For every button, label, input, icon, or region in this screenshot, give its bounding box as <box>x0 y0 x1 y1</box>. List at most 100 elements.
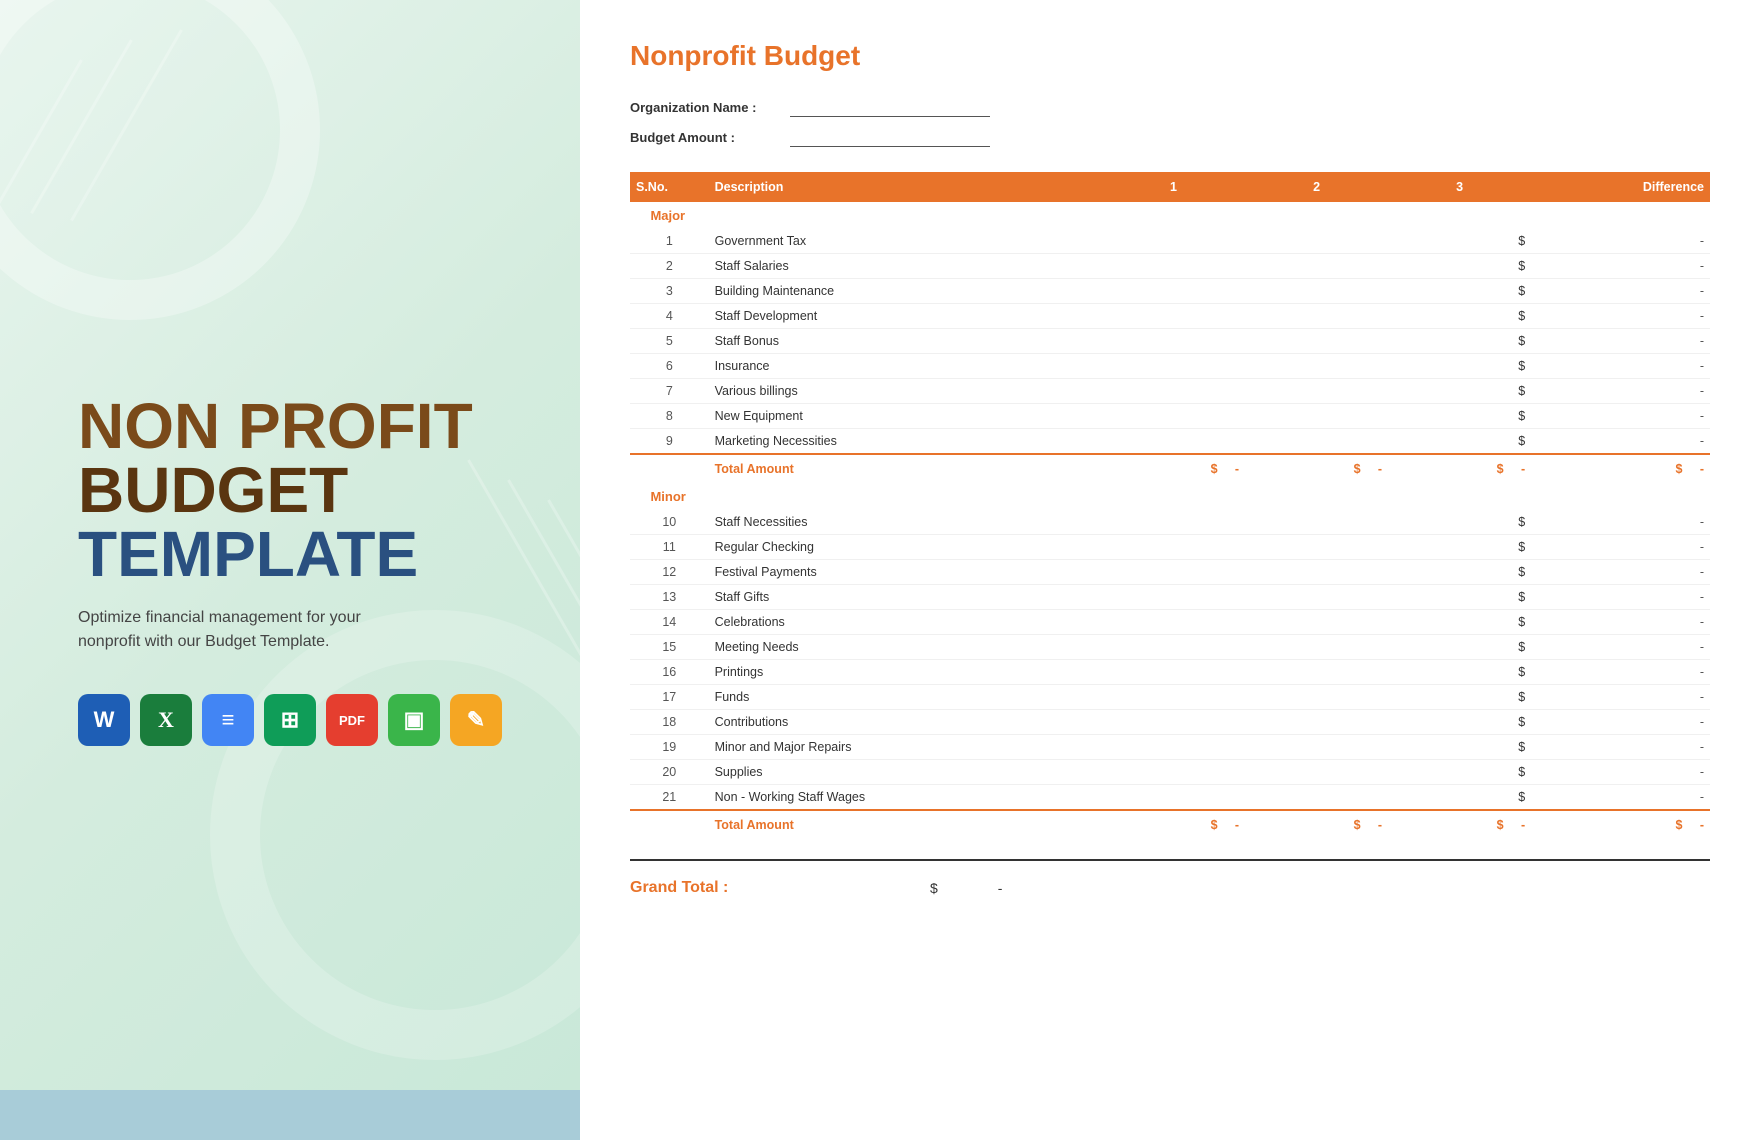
row-diff: - <box>1531 660 1710 685</box>
table-row: 8 New Equipment $ - <box>630 404 1710 429</box>
row-col3: $ <box>1388 404 1531 429</box>
row-desc: Non - Working Staff Wages <box>709 785 1102 811</box>
header-col2: 2 <box>1245 172 1388 202</box>
table-row: 3 Building Maintenance $ - <box>630 279 1710 304</box>
row-col3: $ <box>1388 254 1531 279</box>
row-sno: 17 <box>630 685 709 710</box>
row-sno: 10 <box>630 510 709 535</box>
sheets-icon: ⊞ <box>264 694 316 746</box>
row-diff: - <box>1531 735 1710 760</box>
row-desc: Festival Payments <box>709 560 1102 585</box>
grand-total-section: Grand Total : $ - <box>630 859 1710 905</box>
row-col3: $ <box>1388 760 1531 785</box>
budget-amount-input[interactable] <box>790 127 990 147</box>
table-row: 21 Non - Working Staff Wages $ - <box>630 785 1710 811</box>
row-col1 <box>1102 379 1245 404</box>
row-desc: Meeting Needs <box>709 635 1102 660</box>
table-row: 1 Government Tax $ - <box>630 229 1710 254</box>
row-col2 <box>1245 304 1388 329</box>
row-col1 <box>1102 254 1245 279</box>
row-desc: Funds <box>709 685 1102 710</box>
table-row: 12 Festival Payments $ - <box>630 560 1710 585</box>
total-label: Total Amount <box>709 454 1102 483</box>
row-col1 <box>1102 279 1245 304</box>
row-col3: $ <box>1388 329 1531 354</box>
row-sno: 3 <box>630 279 709 304</box>
row-sno: 13 <box>630 585 709 610</box>
table-row: 10 Staff Necessities $ - <box>630 510 1710 535</box>
total-col3: $ - <box>1388 454 1531 483</box>
row-col2 <box>1245 229 1388 254</box>
row-sno: 14 <box>630 610 709 635</box>
grand-total-row: Grand Total : $ - <box>630 871 1710 905</box>
header-col3: 3 <box>1388 172 1531 202</box>
row-desc: Staff Bonus <box>709 329 1102 354</box>
total-diff: $ - <box>1531 810 1710 839</box>
table-row: 15 Meeting Needs $ - <box>630 635 1710 660</box>
table-row: 18 Contributions $ - <box>630 710 1710 735</box>
total-col2: $ - <box>1245 454 1388 483</box>
row-diff: - <box>1531 229 1710 254</box>
row-col2 <box>1245 329 1388 354</box>
row-sno: 5 <box>630 329 709 354</box>
row-sno: 15 <box>630 635 709 660</box>
table-row: 11 Regular Checking $ - <box>630 535 1710 560</box>
row-diff: - <box>1531 329 1710 354</box>
row-desc: Regular Checking <box>709 535 1102 560</box>
table-row: 7 Various billings $ - <box>630 379 1710 404</box>
row-col2 <box>1245 254 1388 279</box>
row-col1 <box>1102 329 1245 354</box>
numbers-icon: ▣ <box>388 694 440 746</box>
row-col2 <box>1245 354 1388 379</box>
table-row: 20 Supplies $ - <box>630 760 1710 785</box>
row-col3: $ <box>1388 535 1531 560</box>
section-header-label: Major <box>630 202 1710 229</box>
row-col2 <box>1245 560 1388 585</box>
row-sno: 18 <box>630 710 709 735</box>
row-col1 <box>1102 610 1245 635</box>
row-col1 <box>1102 635 1245 660</box>
total-sno <box>630 454 709 483</box>
row-col3: $ <box>1388 279 1531 304</box>
row-sno: 8 <box>630 404 709 429</box>
main-title: NON PROFIT BUDGET TEMPLATE <box>78 394 473 586</box>
row-diff: - <box>1531 429 1710 455</box>
header-col1: 1 <box>1102 172 1245 202</box>
row-col1 <box>1102 510 1245 535</box>
left-panel: NON PROFIT BUDGET TEMPLATE Optimize fina… <box>0 0 580 1140</box>
total-row: Total Amount $ - $ - $ - $ - <box>630 810 1710 839</box>
row-col3: $ <box>1388 685 1531 710</box>
row-diff: - <box>1531 404 1710 429</box>
row-diff: - <box>1531 635 1710 660</box>
row-col1 <box>1102 760 1245 785</box>
org-name-row: Organization Name : <box>630 97 1710 117</box>
row-sno: 6 <box>630 354 709 379</box>
doc-title: Nonprofit Budget <box>630 40 1710 72</box>
budget-amount-label: Budget Amount : <box>630 130 790 145</box>
row-sno: 2 <box>630 254 709 279</box>
row-col1 <box>1102 229 1245 254</box>
app-icons-row: W Χ ≡ ⊞ PDF ▣ ✎ <box>78 694 502 746</box>
pdf-icon: PDF <box>326 694 378 746</box>
row-diff: - <box>1531 685 1710 710</box>
table-row: 9 Marketing Necessities $ - <box>630 429 1710 455</box>
row-desc: Staff Necessities <box>709 510 1102 535</box>
org-name-input[interactable] <box>790 97 990 117</box>
row-diff: - <box>1531 379 1710 404</box>
total-col1: $ - <box>1102 810 1245 839</box>
row-col3: $ <box>1388 429 1531 455</box>
subtitle: Optimize financial management for your n… <box>78 606 418 654</box>
row-desc: Marketing Necessities <box>709 429 1102 455</box>
row-sno: 19 <box>630 735 709 760</box>
row-sno: 4 <box>630 304 709 329</box>
row-desc: Insurance <box>709 354 1102 379</box>
row-col2 <box>1245 785 1388 811</box>
word-icon: W <box>78 694 130 746</box>
title-line3: TEMPLATE <box>78 522 473 586</box>
row-col3: $ <box>1388 610 1531 635</box>
row-diff: - <box>1531 785 1710 811</box>
grand-total-dollar: $ <box>930 880 938 896</box>
row-diff: - <box>1531 760 1710 785</box>
row-col1 <box>1102 735 1245 760</box>
budget-table: S.No. Description 1 2 3 Difference Major… <box>630 172 1710 839</box>
